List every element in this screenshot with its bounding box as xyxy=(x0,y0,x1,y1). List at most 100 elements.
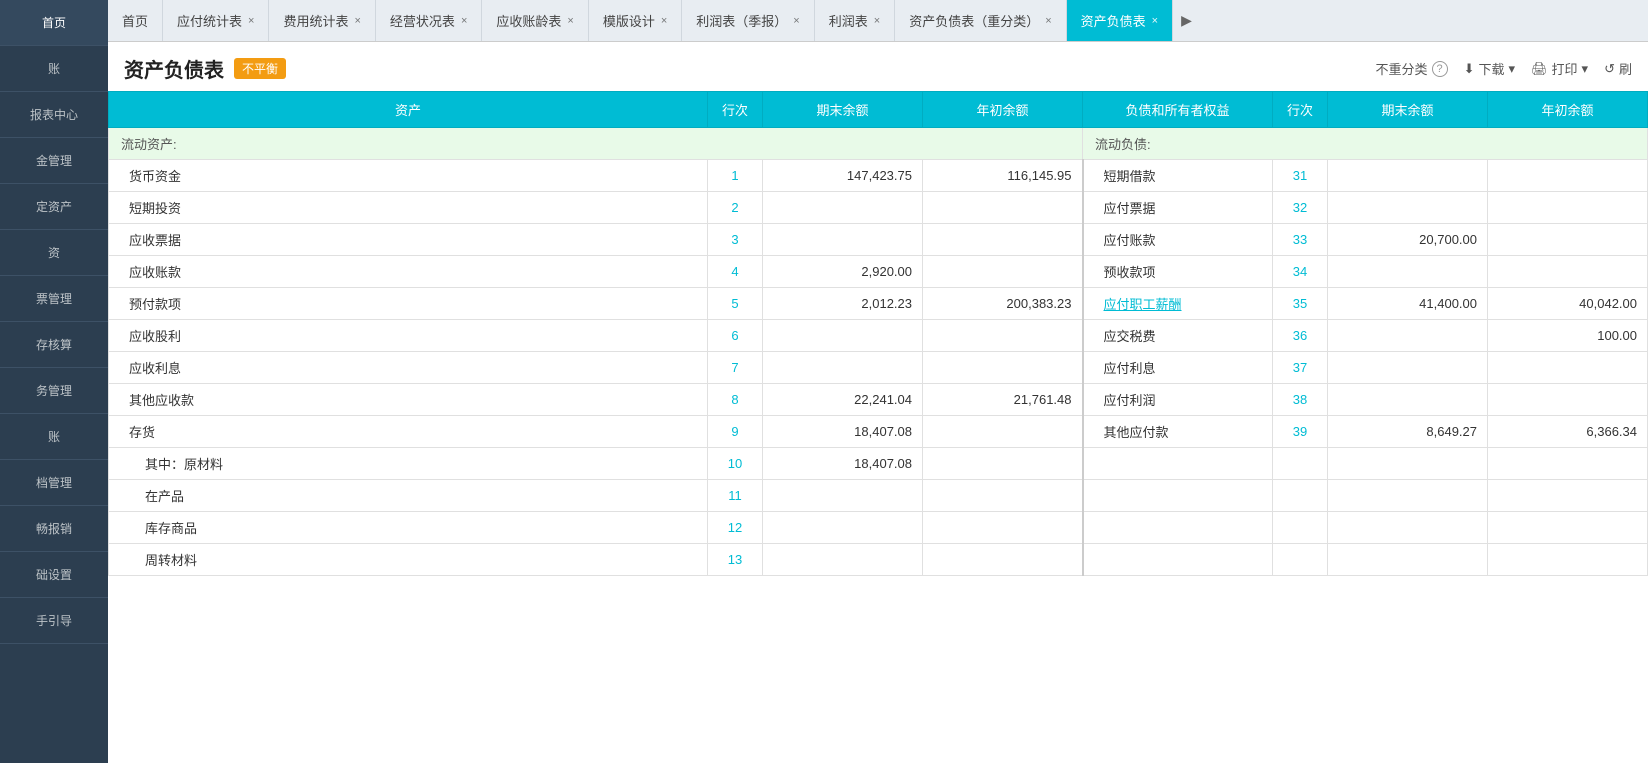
asset-name: 货币资金 xyxy=(109,160,708,192)
asset-end-balance xyxy=(763,544,923,576)
sidebar-item-sales[interactable]: 畅报销 xyxy=(0,506,108,552)
asset-year-start xyxy=(923,352,1083,384)
asset-name: 应收账款 xyxy=(109,256,708,288)
close-tab-profit[interactable]: × xyxy=(874,15,880,27)
liability-name: 预收款项 xyxy=(1083,256,1273,288)
header-row-num2: 行次 xyxy=(1273,92,1328,128)
sidebar-item-investment[interactable]: 资 xyxy=(0,230,108,276)
asset-end-balance xyxy=(763,192,923,224)
sidebar-item-fund-mgmt[interactable]: 金管理 xyxy=(0,138,108,184)
category-left-label: 流动资产: xyxy=(109,128,1083,160)
sidebar-item-home[interactable]: 首页 xyxy=(0,0,108,46)
liability-name: 应付票据 xyxy=(1083,192,1273,224)
close-tab-balance-reclassified[interactable]: × xyxy=(1045,15,1051,27)
table-row: 库存商品12 xyxy=(109,512,1648,544)
balance-sheet-table: 资产 行次 期末余额 年初余额 负债和所有者权益 行次 期末余额 年初余额 流动… xyxy=(108,91,1648,576)
asset-name: 库存商品 xyxy=(109,512,708,544)
sidebar-item-wizard[interactable]: 手引导 xyxy=(0,598,108,644)
sidebar-item-tax-mgmt[interactable]: 务管理 xyxy=(0,368,108,414)
tab-ar-aging[interactable]: 应收账龄表 × xyxy=(482,0,588,42)
header-year-start2: 年初余额 xyxy=(1488,92,1648,128)
tab-operations[interactable]: 经营状况表 × xyxy=(376,0,482,42)
sidebar-item-fixed-assets[interactable]: 定资产 xyxy=(0,184,108,230)
liability-end-balance xyxy=(1328,512,1488,544)
liability-end-balance xyxy=(1328,256,1488,288)
table-row: 应收股利6应交税费36100.00 xyxy=(109,320,1648,352)
liability-year-start: 40,042.00 xyxy=(1488,288,1648,320)
table-row: 周转材料13 xyxy=(109,544,1648,576)
no-classify-option[interactable]: 不重分类 ? xyxy=(1376,59,1448,78)
asset-name: 应收票据 xyxy=(109,224,708,256)
table-row: 在产品11 xyxy=(109,480,1648,512)
liability-end-balance xyxy=(1328,192,1488,224)
liability-name: 应交税费 xyxy=(1083,320,1273,352)
sidebar-item-settings[interactable]: 础设置 xyxy=(0,552,108,598)
sidebar-item-ledger[interactable]: 账 xyxy=(0,414,108,460)
asset-row-num: 12 xyxy=(708,512,763,544)
asset-name: 其中：原材料 xyxy=(109,448,708,480)
sidebar-item-bill-mgmt[interactable]: 票管理 xyxy=(0,276,108,322)
liability-year-start xyxy=(1488,512,1648,544)
tab-ap-summary[interactable]: 应付统计表 × xyxy=(163,0,269,42)
print-icon: 🖨 xyxy=(1531,61,1548,77)
tab-template-design[interactable]: 模版设计 × xyxy=(589,0,682,42)
refresh-button[interactable]: ↺ 刷 xyxy=(1604,59,1632,78)
close-tab-ar-aging[interactable]: × xyxy=(567,15,573,27)
sidebar-item-account[interactable]: 账 xyxy=(0,46,108,92)
asset-name: 应收利息 xyxy=(109,352,708,384)
tab-profit-quarter[interactable]: 利润表（季报） × xyxy=(682,0,814,42)
close-tab-template-design[interactable]: × xyxy=(661,15,667,27)
close-tab-balance-sheet[interactable]: × xyxy=(1152,15,1158,27)
table-row: 其他应收款822,241.0421,761.48应付利润38 xyxy=(109,384,1648,416)
sidebar-item-archive[interactable]: 档管理 xyxy=(0,460,108,506)
table-row: 货币资金1147,423.75116,145.95短期借款31 xyxy=(109,160,1648,192)
close-tab-operations[interactable]: × xyxy=(461,15,467,27)
tab-home[interactable]: 首页 xyxy=(108,0,163,42)
close-tab-profit-quarter[interactable]: × xyxy=(793,15,799,27)
sidebar-item-report-center[interactable]: 报表中心 xyxy=(0,92,108,138)
category-right-label: 流动负债: xyxy=(1083,128,1648,160)
table-row: 预付款项52,012.23200,383.23应付职工薪酬3541,400.00… xyxy=(109,288,1648,320)
liability-name: 短期借款 xyxy=(1083,160,1273,192)
tab-balance-sheet[interactable]: 资产负债表 × xyxy=(1067,0,1173,42)
liability-name: 其他应付款 xyxy=(1083,416,1273,448)
header-end-balance2: 期末余额 xyxy=(1328,92,1488,128)
download-button[interactable]: ⬇ 下载 ▾ xyxy=(1464,59,1515,78)
asset-row-num: 11 xyxy=(708,480,763,512)
liability-row-num xyxy=(1273,448,1328,480)
liability-year-start: 100.00 xyxy=(1488,320,1648,352)
asset-end-balance: 147,423.75 xyxy=(763,160,923,192)
header-year-start: 年初余额 xyxy=(923,92,1083,128)
close-tab-ap-summary[interactable]: × xyxy=(248,15,254,27)
close-tab-cost-summary[interactable]: × xyxy=(354,15,360,27)
sidebar-item-inventory[interactable]: 存核算 xyxy=(0,322,108,368)
liability-end-balance xyxy=(1328,160,1488,192)
asset-year-start xyxy=(923,224,1083,256)
asset-year-start xyxy=(923,480,1083,512)
asset-end-balance xyxy=(763,480,923,512)
table-category-row: 流动资产:流动负债: xyxy=(109,128,1648,160)
asset-year-start xyxy=(923,192,1083,224)
liability-row-num xyxy=(1273,544,1328,576)
liability-end-balance xyxy=(1328,448,1488,480)
liability-row-num: 33 xyxy=(1273,224,1328,256)
tab-scroll-right[interactable]: ▶ xyxy=(1173,0,1200,42)
liability-end-balance: 20,700.00 xyxy=(1328,224,1488,256)
header-end-balance: 期末余额 xyxy=(763,92,923,128)
tab-balance-reclassified[interactable]: 资产负债表（重分类） × xyxy=(895,0,1066,42)
print-button[interactable]: 🖨 打印 ▾ xyxy=(1531,59,1588,78)
tab-cost-summary[interactable]: 费用统计表 × xyxy=(269,0,375,42)
report-header: 资产负债表 不平衡 不重分类 ? ⬇ 下载 ▾ 🖨 打印 ▾ xyxy=(108,42,1648,91)
asset-row-num: 8 xyxy=(708,384,763,416)
help-icon[interactable]: ? xyxy=(1432,61,1448,77)
asset-year-start: 21,761.48 xyxy=(923,384,1083,416)
report-actions: 不重分类 ? ⬇ 下载 ▾ 🖨 打印 ▾ ↺ 刷 xyxy=(1376,59,1632,78)
asset-end-balance: 18,407.08 xyxy=(763,448,923,480)
asset-end-balance: 2,920.00 xyxy=(763,256,923,288)
asset-end-balance: 2,012.23 xyxy=(763,288,923,320)
liability-name: 应付利润 xyxy=(1083,384,1273,416)
liability-row-num: 37 xyxy=(1273,352,1328,384)
header-liabilities: 负债和所有者权益 xyxy=(1083,92,1273,128)
liability-row-num: 35 xyxy=(1273,288,1328,320)
tab-profit[interactable]: 利润表 × xyxy=(815,0,895,42)
